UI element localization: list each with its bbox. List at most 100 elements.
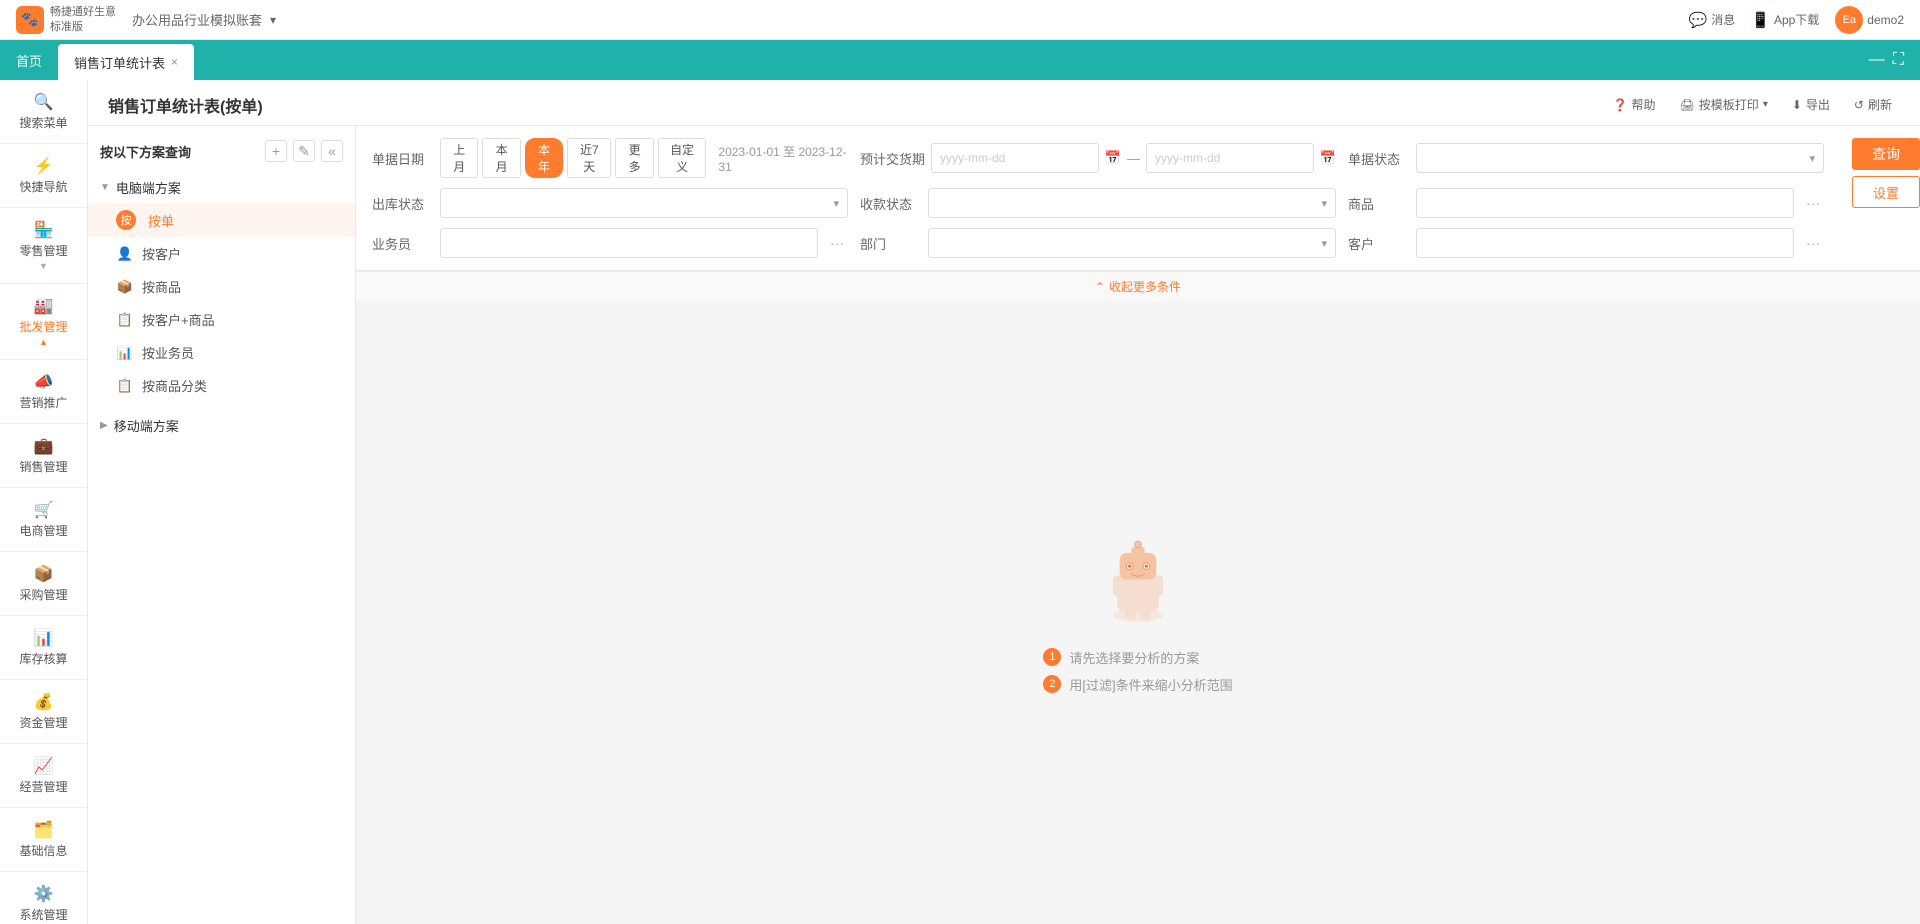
tab-close-icon[interactable]: × — [171, 55, 178, 69]
date-btn-7days[interactable]: 近7天 — [567, 138, 611, 178]
tab-sales-order[interactable]: 销售订单统计表 × — [58, 44, 194, 80]
salesperson-input[interactable] — [440, 228, 818, 258]
expected-date-start-input[interactable]: yyyy-mm-dd — [931, 143, 1099, 173]
query-button[interactable]: 查询 — [1852, 138, 1920, 170]
tab-maximize-btn[interactable]: ⛶ — [1893, 51, 1904, 69]
collapse-arrow-icon: ⌃ — [1095, 280, 1105, 294]
top-bar-left: 🐾 畅捷通好生意 标准版 办公用品行业模拟账套 ▾ — [16, 5, 276, 34]
salesperson-label: 业务员 — [372, 234, 432, 253]
finance-icon: 💰 — [34, 692, 54, 712]
date-btn-this-year[interactable]: 本年 — [525, 138, 563, 178]
scheme-edit-btn[interactable]: ✎ — [293, 140, 315, 162]
help-icon: ❓ — [1613, 98, 1628, 112]
receipt-arrow-icon: ▾ — [1321, 197, 1327, 210]
dept-select[interactable]: ▾ — [928, 228, 1336, 258]
salesperson-more-icon[interactable]: ··· — [826, 235, 848, 251]
sidebar-item-finance[interactable]: 💰 资金管理 — [0, 680, 87, 744]
sidebar-item-basic[interactable]: 🗂️ 基础信息 — [0, 808, 87, 872]
sidebar-item-sales[interactable]: 💼 销售管理 — [0, 424, 87, 488]
empty-illustration — [1088, 532, 1188, 632]
date-btn-more[interactable]: 更多 — [615, 138, 653, 178]
date-filter-group: 单据日期 上月 本月 本年 近7天 更多 自定义 2023-01-01 至 20… — [372, 138, 848, 178]
page-header: 销售订单统计表(按单) ❓ 帮助 🖨 按模板打印 ▾ ⬇ 导出 ↺ 刷新 — [88, 80, 1920, 126]
tab-minimize-btn[interactable]: — — [1869, 51, 1885, 69]
empty-hint-1: 1 请先选择要分析的方案 — [1043, 648, 1232, 667]
sidebar-item-marketing[interactable]: 📣 营销推广 — [0, 360, 87, 424]
wholesale-icon: 🏭 — [34, 296, 54, 316]
customer-scheme-icon: 👤 — [116, 245, 134, 263]
collapse-more-btn[interactable]: ⌃ 收起更多条件 — [356, 271, 1920, 301]
goods-more-icon[interactable]: ··· — [1802, 195, 1824, 211]
outbound-status-group: 出库状态 ▾ — [372, 188, 848, 218]
sidebar-item-system[interactable]: ⚙️ 系统管理 — [0, 872, 87, 924]
scheme-pc-header[interactable]: ▼ 电脑端方案 — [88, 172, 355, 203]
expected-date-end-input[interactable]: yyyy-mm-dd — [1146, 143, 1314, 173]
sidebar-item-retail[interactable]: 🏪 零售管理 ▼ — [0, 208, 87, 284]
scheme-item-by-order[interactable]: 按 按单 — [88, 203, 355, 237]
dept-group: 部门 ▾ — [860, 228, 1336, 258]
customer-input[interactable] — [1416, 228, 1794, 258]
mobile-section-label: 移动端方案 — [114, 416, 179, 435]
tab-home[interactable]: 首页 — [0, 40, 58, 80]
scheme-collapse-btn[interactable]: « — [321, 140, 343, 162]
sidebar-item-operations[interactable]: 📈 经营管理 — [0, 744, 87, 808]
content-area: 销售订单统计表(按单) ❓ 帮助 🖨 按模板打印 ▾ ⬇ 导出 ↺ 刷新 — [88, 80, 1920, 924]
sidebar-item-quicknav[interactable]: ⚡ 快捷导航 — [0, 144, 87, 208]
order-status-select[interactable]: ▾ — [1416, 143, 1824, 173]
customer-group: 客户 ··· — [1348, 228, 1824, 258]
receipt-status-group: 收款状态 ▾ — [860, 188, 1336, 218]
logo-icon: 🐾 — [16, 6, 44, 34]
message-btn[interactable]: 💬 消息 — [1689, 11, 1736, 29]
sidebar-item-ecommerce[interactable]: 🛒 电商管理 — [0, 488, 87, 552]
empty-hint-2: 2 用[过滤]条件来缩小分析范围 — [1043, 675, 1232, 694]
cal-icon-end: 📅 — [1320, 150, 1336, 166]
right-actions: 查询 设置 — [1840, 126, 1920, 270]
search-icon: 🔍 — [34, 92, 54, 112]
filter-data-area: 单据日期 上月 本月 本年 近7天 更多 自定义 2023-01-01 至 20… — [356, 126, 1920, 924]
sidebar-item-purchase[interactable]: 📦 采购管理 — [0, 552, 87, 616]
filter-row-1: 单据日期 上月 本月 本年 近7天 更多 自定义 2023-01-01 至 20… — [372, 138, 1824, 178]
print-btn[interactable]: 🖨 按模板打印 ▾ — [1672, 92, 1776, 117]
export-btn[interactable]: ⬇ 导出 — [1784, 92, 1838, 117]
scheme-mobile-section: ▶ 移动端方案 — [88, 406, 355, 445]
salesperson-group: 业务员 ··· — [372, 228, 848, 258]
logo-text: 畅捷通好生意 标准版 — [50, 5, 116, 34]
app-download-btn[interactable]: 📱 App下载 — [1751, 11, 1819, 29]
sidebar-item-search[interactable]: 🔍 搜索菜单 — [0, 80, 87, 144]
pc-arrow-icon: ▼ — [100, 182, 110, 193]
tab-bar-actions: — ⛶ — [1869, 51, 1904, 69]
scheme-item-by-goods-category[interactable]: 📋 按商品分类 — [88, 369, 355, 402]
goods-input[interactable] — [1416, 188, 1794, 218]
breadcrumb-dropdown[interactable]: ▾ — [270, 13, 276, 27]
scheme-item-by-goods[interactable]: 📦 按商品 — [88, 270, 355, 303]
scheme-item-by-customer[interactable]: 👤 按客户 — [88, 237, 355, 270]
customer-more-icon[interactable]: ··· — [1802, 235, 1824, 251]
help-btn[interactable]: ❓ 帮助 — [1605, 92, 1664, 117]
sidebar-item-inventory[interactable]: 📊 库存核算 — [0, 616, 87, 680]
data-area: 1 请先选择要分析的方案 2 用[过滤]条件来缩小分析范围 — [356, 301, 1920, 924]
tab-bar: 首页 销售订单统计表 × — ⛶ — [0, 40, 1920, 80]
receipt-select[interactable]: ▾ — [928, 188, 1336, 218]
scheme-mobile-header[interactable]: ▶ 移动端方案 — [88, 410, 355, 441]
goods-filter-group: 商品 ··· — [1348, 188, 1824, 218]
filter-row-3: 业务员 ··· 部门 ▾ — [372, 228, 1824, 258]
breadcrumb: 办公用品行业模拟账套 — [132, 10, 262, 29]
scheme-add-btn[interactable]: + — [265, 140, 287, 162]
user-menu[interactable]: Ea demo2 — [1835, 6, 1904, 34]
date-btn-custom[interactable]: 自定义 — [658, 138, 707, 178]
date-btn-this-month[interactable]: 本月 — [482, 138, 520, 178]
avatar: Ea — [1835, 6, 1863, 34]
hint-num-1: 1 — [1043, 648, 1061, 666]
settings-button[interactable]: 设置 — [1852, 176, 1920, 208]
scheme-item-by-salesperson[interactable]: 📊 按业务员 — [88, 336, 355, 369]
date-btn-last-month[interactable]: 上月 — [440, 138, 478, 178]
main-layout: 🔍 搜索菜单 ⚡ 快捷导航 🏪 零售管理 ▼ 🏭 批发管理 ▲ 📣 营销推广 💼… — [0, 80, 1920, 924]
hint-num-2: 2 — [1043, 675, 1061, 693]
sidebar-item-wholesale[interactable]: 🏭 批发管理 ▲ — [0, 284, 87, 360]
outbound-select[interactable]: ▾ — [440, 188, 848, 218]
print-icon: 🖨 — [1680, 98, 1695, 112]
scheme-item-by-customer-goods[interactable]: 📋 按客户+商品 — [88, 303, 355, 336]
salesperson-scheme-icon: 📊 — [116, 344, 134, 362]
retail-arrow-icon: ▼ — [39, 261, 48, 271]
refresh-btn[interactable]: ↺ 刷新 — [1846, 92, 1900, 117]
